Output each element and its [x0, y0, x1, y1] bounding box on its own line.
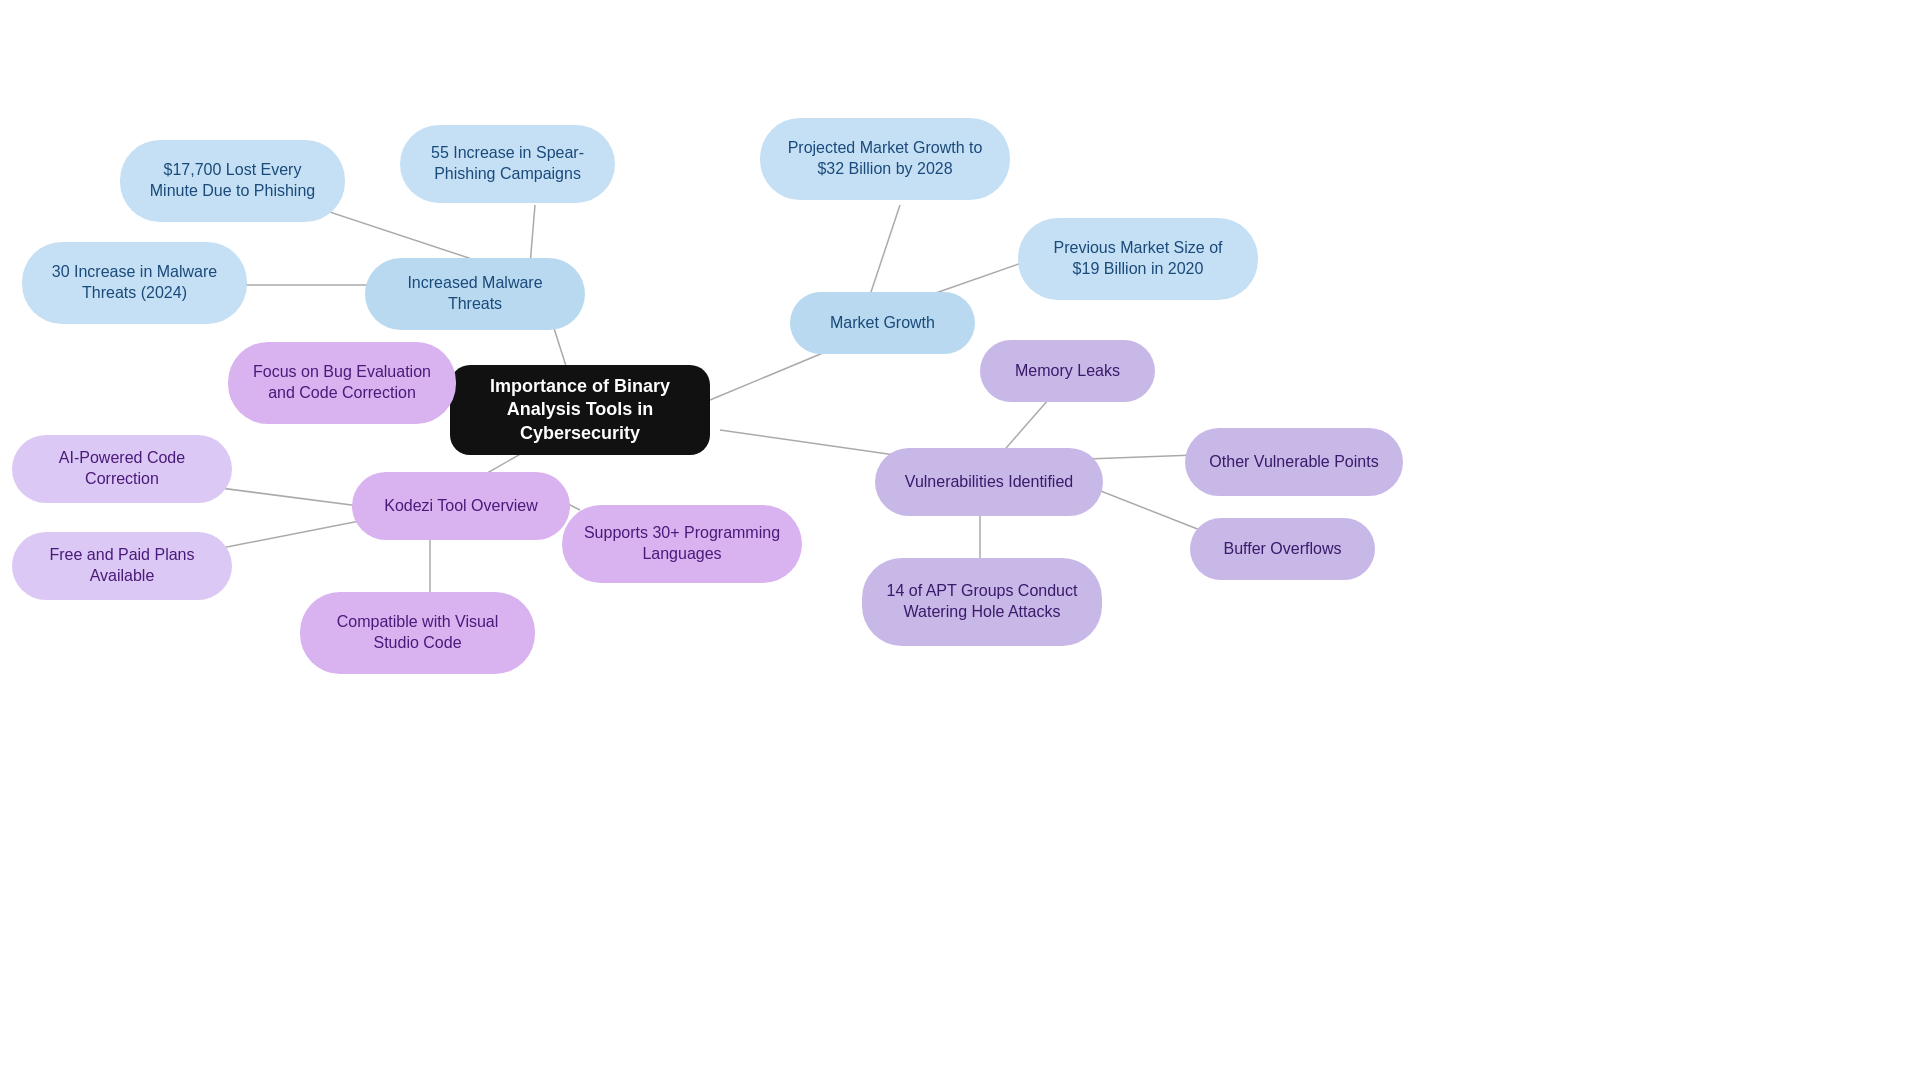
svg-line-2	[720, 430, 895, 455]
other-vuln-node: Other Vulnerable Points	[1185, 428, 1403, 496]
vulnerabilities-node: Vulnerabilities Identified	[875, 448, 1103, 516]
supports-langs-node: Supports 30+ Programming Languages	[562, 505, 802, 583]
phishing-cost-node: $17,700 Lost Every Minute Due to Phishin…	[120, 140, 345, 222]
spear-phishing-node: 55 Increase in Spear-Phishing Campaigns	[400, 125, 615, 203]
watering-hole-node: 14 of APT Groups Conduct Watering Hole A…	[862, 558, 1102, 646]
malware-30-node: 30 Increase in Malware Threats (2024)	[22, 242, 247, 324]
svg-line-6	[530, 205, 535, 265]
market-growth-node: Market Growth	[790, 292, 975, 354]
increased-malware-node: Increased Malware Threats	[365, 258, 585, 330]
svg-line-8	[870, 205, 900, 295]
buffer-overflows-node: Buffer Overflows	[1190, 518, 1375, 580]
memory-leaks-node: Memory Leaks	[980, 340, 1155, 402]
svg-line-9	[930, 260, 1030, 295]
center-node: Importance of Binary Analysis Tools in C…	[450, 365, 710, 455]
free-paid-node: Free and Paid Plans Available	[12, 532, 232, 600]
market-growth-projected-node: Projected Market Growth to $32 Billion b…	[760, 118, 1010, 200]
kodezi-tool-node: Kodezi Tool Overview	[352, 472, 570, 540]
market-size-prev-node: Previous Market Size of $19 Billion in 2…	[1018, 218, 1258, 300]
ai-powered-node: AI-Powered Code Correction	[12, 435, 232, 503]
compatible-vscode-node: Compatible with Visual Studio Code	[300, 592, 535, 674]
focus-bug-node: Focus on Bug Evaluation and Code Correct…	[228, 342, 456, 424]
